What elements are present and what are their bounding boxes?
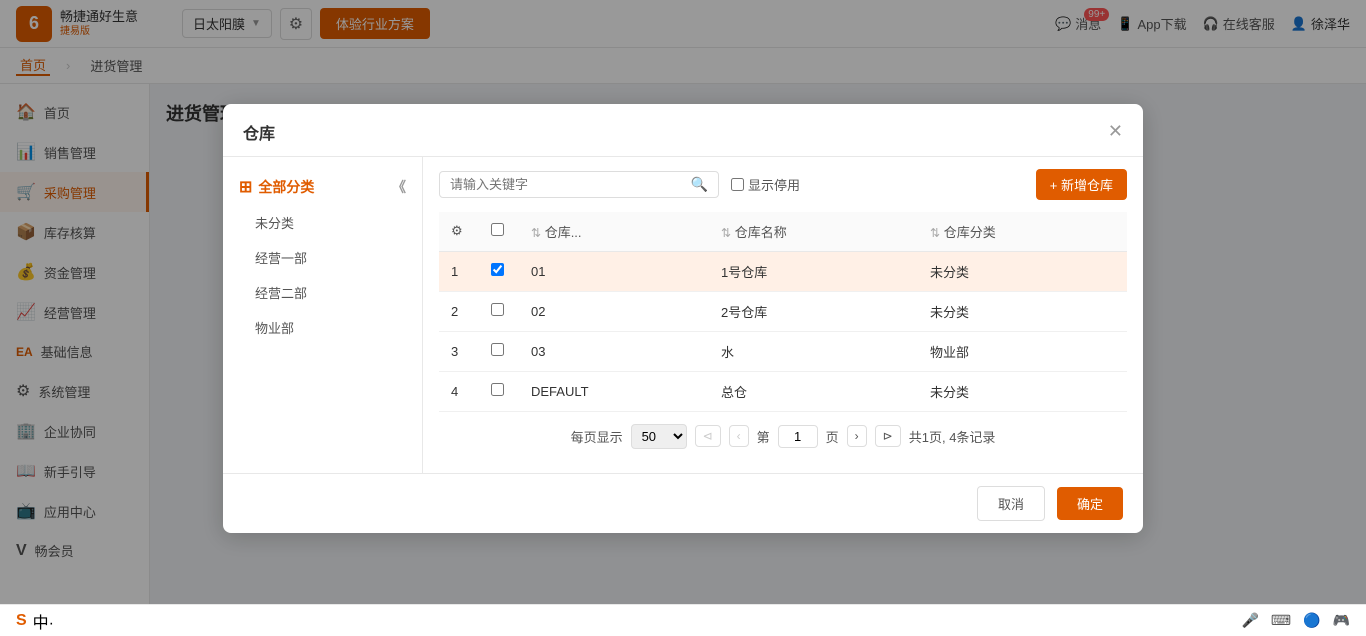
add-warehouse-button[interactable]: + 新增仓库 <box>1036 169 1127 200</box>
modal-right-panel: 🔍 显示停用 + 新增仓库 ⚙ <box>423 157 1143 473</box>
bottom-brand-text: 中· <box>33 609 54 633</box>
row-code: 02 <box>519 291 709 331</box>
row-num: 3 <box>439 331 479 371</box>
page-label-before: 第 <box>757 427 770 446</box>
sort-icon-category: ⇅ <box>930 226 940 240</box>
table-row[interactable]: 3 03 水 物业部 <box>439 331 1127 371</box>
first-page-button[interactable]: ⊲ <box>695 425 721 447</box>
row-checkbox-cell <box>479 251 519 291</box>
row-name: 总仓 <box>709 371 918 411</box>
row-num: 4 <box>439 371 479 411</box>
row-checkbox[interactable] <box>491 263 504 276</box>
row-checkbox[interactable] <box>491 343 504 356</box>
prev-page-button[interactable]: ‹ <box>729 425 749 447</box>
next-page-button[interactable]: › <box>847 425 867 447</box>
row-category: 物业部 <box>918 331 1127 371</box>
warehouse-table: ⚙ ⇅ 仓库... ⇅ <box>439 212 1127 412</box>
row-checkbox[interactable] <box>491 303 504 316</box>
th-name: ⇅ 仓库名称 <box>709 212 918 252</box>
th-checkbox <box>479 212 519 252</box>
show-disabled-label[interactable]: 显示停用 <box>731 175 800 194</box>
mic-icon[interactable]: 🎤 <box>1241 612 1258 629</box>
settings-icon[interactable]: ⚙ <box>451 223 463 238</box>
last-page-button[interactable]: ⊳ <box>875 425 901 447</box>
show-disabled-checkbox[interactable] <box>731 178 744 191</box>
row-category: 未分类 <box>918 291 1127 331</box>
search-input[interactable] <box>450 177 691 192</box>
table-row[interactable]: 1 01 1号仓库 未分类 <box>439 251 1127 291</box>
all-categories-label: 全部分类 <box>258 177 314 197</box>
modal-overlay: 仓库 ✕ ⊞ 全部分类 《 未分类 经营一部 经营二部 物业部 <box>0 0 1366 636</box>
grid-icon: ⊞ <box>239 177 252 197</box>
row-checkbox-cell <box>479 331 519 371</box>
th-settings: ⚙ <box>439 212 479 252</box>
table-row[interactable]: 2 02 2号仓库 未分类 <box>439 291 1127 331</box>
gamepad-icon[interactable]: 🎮 <box>1333 612 1350 629</box>
warehouse-modal: 仓库 ✕ ⊞ 全部分类 《 未分类 经营一部 经营二部 物业部 <box>223 104 1143 533</box>
warehouse-table-wrapper: ⚙ ⇅ 仓库... ⇅ <box>439 212 1127 412</box>
row-num: 1 <box>439 251 479 291</box>
row-category: 未分类 <box>918 251 1127 291</box>
table-row[interactable]: 4 DEFAULT 总仓 未分类 <box>439 371 1127 411</box>
bottom-bar: S 中· 🎤 ⌨ 🔵 🎮 <box>0 604 1366 636</box>
collapse-button[interactable]: 《 <box>392 177 406 197</box>
th-category: ⇅ 仓库分类 <box>918 212 1127 252</box>
search-box: 🔍 <box>439 171 719 198</box>
row-name: 水 <box>709 331 918 371</box>
row-num: 2 <box>439 291 479 331</box>
per-page-label: 每页显示 <box>571 427 623 446</box>
page-label-after: 页 <box>826 427 839 446</box>
category-item-2[interactable]: 经营二部 <box>223 275 422 310</box>
bottom-left: S 中· <box>16 609 54 633</box>
sort-icon-code: ⇅ <box>531 226 541 240</box>
search-icon: 🔍 <box>691 176 708 193</box>
row-code: 01 <box>519 251 709 291</box>
sort-icon-name: ⇅ <box>721 226 731 240</box>
s-logo: S <box>16 612 27 630</box>
category-item-0[interactable]: 未分类 <box>223 205 422 240</box>
circle-icon[interactable]: 🔵 <box>1303 612 1320 629</box>
modal-header: 仓库 ✕ <box>223 104 1143 157</box>
row-category: 未分类 <box>918 371 1127 411</box>
row-checkbox-cell <box>479 371 519 411</box>
keyboard-icon[interactable]: ⌨ <box>1271 612 1291 629</box>
modal-title: 仓库 <box>243 120 275 144</box>
category-item-1[interactable]: 经营一部 <box>223 240 422 275</box>
modal-toolbar: 🔍 显示停用 + 新增仓库 <box>439 169 1127 200</box>
bottom-right: 🎤 ⌨ 🔵 🎮 <box>1241 612 1350 629</box>
row-name: 2号仓库 <box>709 291 918 331</box>
modal-left-panel: ⊞ 全部分类 《 未分类 经营一部 经营二部 物业部 <box>223 157 423 473</box>
pagination: 每页显示 50 100 ⊲ ‹ 第 页 › ⊳ 共1页, 4条记录 <box>439 412 1127 461</box>
row-code: DEFAULT <box>519 371 709 411</box>
per-page-select[interactable]: 50 100 <box>631 424 687 449</box>
cancel-button[interactable]: 取消 <box>977 486 1045 521</box>
row-checkbox-cell <box>479 291 519 331</box>
total-text: 共1页, 4条记录 <box>909 427 996 446</box>
page-number-input[interactable] <box>778 425 818 448</box>
modal-body: ⊞ 全部分类 《 未分类 经营一部 经营二部 物业部 🔍 <box>223 157 1143 473</box>
select-all-checkbox[interactable] <box>491 223 504 236</box>
row-code: 03 <box>519 331 709 371</box>
modal-close-button[interactable]: ✕ <box>1108 121 1123 142</box>
th-code: ⇅ 仓库... <box>519 212 709 252</box>
category-item-3[interactable]: 物业部 <box>223 310 422 345</box>
modal-footer: 取消 确定 <box>223 473 1143 533</box>
row-checkbox[interactable] <box>491 383 504 396</box>
all-categories-header[interactable]: ⊞ 全部分类 《 <box>223 169 422 205</box>
row-name: 1号仓库 <box>709 251 918 291</box>
confirm-button[interactable]: 确定 <box>1057 487 1123 520</box>
